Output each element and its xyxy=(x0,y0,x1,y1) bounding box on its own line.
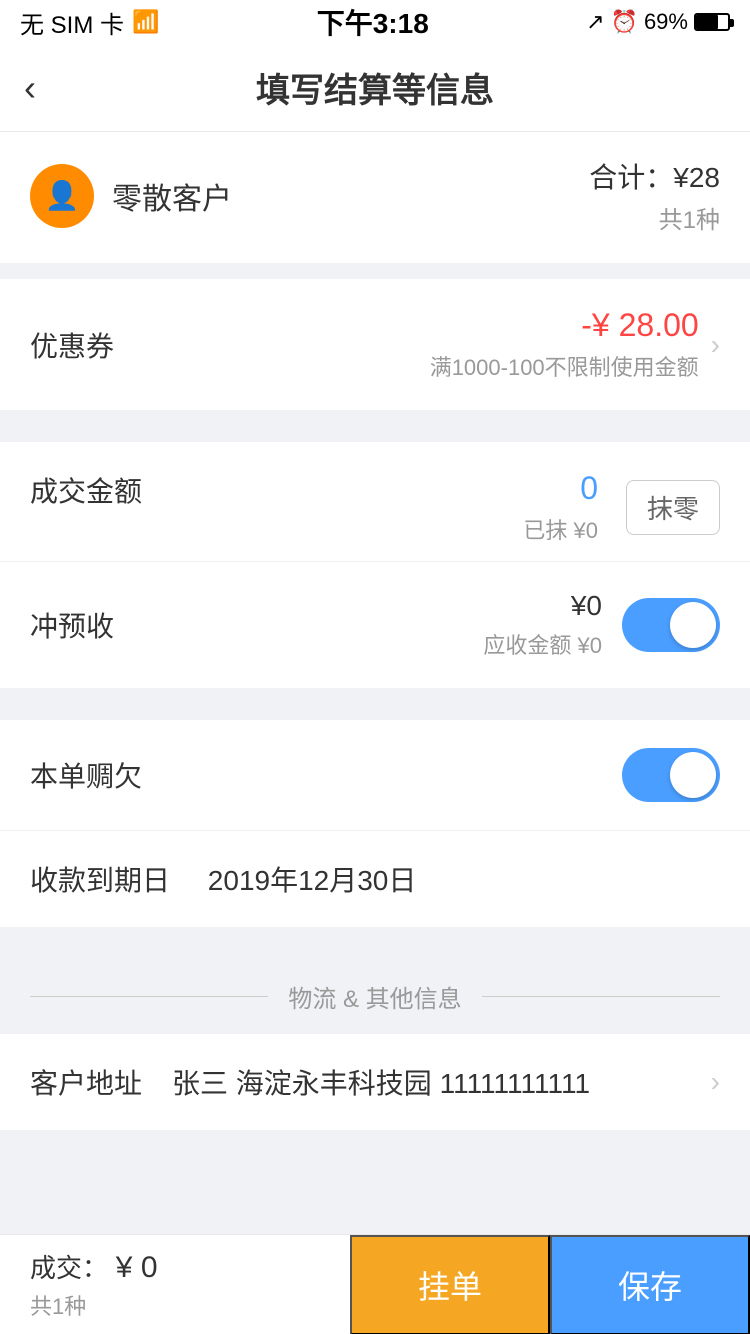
divider1 xyxy=(0,263,750,279)
transaction-right: 0 已抹 ¥0 抹零 xyxy=(523,470,720,545)
coupon-label: 优惠券 xyxy=(30,325,114,365)
address-chevron: › xyxy=(711,1066,720,1098)
debt-toggle-thumb xyxy=(670,752,716,798)
coupon-sub: 满1000-100不限制使用金额 xyxy=(430,350,699,382)
coupon-section: 优惠券 -¥ 28.00 满1000-100不限制使用金额 › xyxy=(0,279,750,410)
coupon-right: -¥ 28.00 满1000-100不限制使用金额 › xyxy=(430,307,720,382)
due-label: 收款到期日 xyxy=(30,865,170,896)
customer-left: 👤 零散客户 xyxy=(30,164,232,228)
prepay-receivable: 应收金额 ¥0 xyxy=(483,628,602,660)
avatar: 👤 xyxy=(30,164,94,228)
address-label: 客户地址 xyxy=(30,1062,142,1102)
round-button[interactable]: 抹零 xyxy=(626,480,720,535)
debt-section: 本单赒欠 收款到期日 2019年12月30日 xyxy=(0,720,750,927)
prepay-amount: ¥0 xyxy=(483,590,602,622)
erased-label: 已抹 ¥0 xyxy=(523,513,598,545)
page-title: 填写结算等信息 xyxy=(256,63,494,112)
bottom-info: 成交： ¥ 0 共1种 xyxy=(0,1248,350,1321)
prepay-amounts: ¥0 应收金额 ¥0 xyxy=(483,590,602,660)
bottom-count: 共1种 xyxy=(30,1289,320,1321)
logistics-sep: 物流 & 其他信息 xyxy=(0,959,750,1034)
divider3 xyxy=(0,704,750,720)
hold-button[interactable]: 挂单 xyxy=(350,1235,550,1334)
divider4 xyxy=(0,943,750,959)
wifi-icon: 📶 xyxy=(132,9,159,35)
transaction-section: 成交金额 0 已抹 ¥0 抹零 冲预收 ¥0 应收金额 ¥0 xyxy=(0,442,750,688)
battery-icon xyxy=(694,13,730,31)
transaction-row: 成交金额 0 已抹 ¥0 抹零 xyxy=(0,442,750,562)
transaction-value[interactable]: 0 xyxy=(523,470,598,507)
coupon-value-area: -¥ 28.00 满1000-100不限制使用金额 xyxy=(430,307,699,382)
back-button[interactable]: ‹ xyxy=(24,67,36,109)
coupon-chevron: › xyxy=(711,329,720,361)
sep-line-left xyxy=(30,996,268,997)
prepay-label: 冲预收 xyxy=(30,605,114,645)
coupon-discount: -¥ 28.00 xyxy=(430,307,699,344)
due-date-row[interactable]: 收款到期日 2019年12月30日 xyxy=(0,830,750,927)
bottom-deal-label: 成交： xyxy=(30,1253,108,1283)
divider2 xyxy=(0,426,750,442)
customer-row: 👤 零散客户 合计：¥28 共1种 xyxy=(0,132,750,259)
address-value: 张三 海淀永丰科技园 11111111111 xyxy=(172,1062,711,1102)
status-bar: 无 SIM 卡 📶 下午3:18 ↗ ⏰ 69% xyxy=(0,0,750,44)
address-row[interactable]: 客户地址 张三 海淀永丰科技园 11111111111 › xyxy=(0,1034,750,1130)
bottom-deal-amount: ¥ 0 xyxy=(116,1251,158,1284)
prepay-toggle[interactable] xyxy=(622,598,720,652)
battery-percent: 69% xyxy=(644,9,688,35)
due-date-value: 2019年12月30日 xyxy=(208,865,417,896)
nav-bar: ‹ 填写结算等信息 xyxy=(0,44,750,132)
logistics-text: 物流 & 其他信息 xyxy=(288,979,461,1014)
status-time: 下午3:18 xyxy=(317,2,429,42)
total-amount: 合计：¥28 xyxy=(589,156,720,196)
status-right: ↗ ⏰ 69% xyxy=(586,9,730,35)
debt-row: 本单赒欠 xyxy=(0,720,750,830)
customer-right: 合计：¥28 共1种 xyxy=(589,156,720,235)
avatar-icon: 👤 xyxy=(45,179,80,212)
status-left: 无 SIM 卡 📶 xyxy=(20,5,159,40)
bottom-deal-row: 成交： ¥ 0 xyxy=(30,1248,320,1285)
content: 👤 零散客户 合计：¥28 共1种 优惠券 -¥ 28.00 满1000-100… xyxy=(0,132,750,1266)
address-section: 客户地址 张三 海淀永丰科技园 11111111111 › xyxy=(0,1034,750,1130)
prepay-right: ¥0 应收金额 ¥0 xyxy=(483,590,720,660)
save-button[interactable]: 保存 xyxy=(550,1235,750,1334)
amount-input-area: 0 已抹 ¥0 xyxy=(523,470,598,545)
transaction-label: 成交金额 xyxy=(30,470,142,510)
location-icon: ↗ xyxy=(586,9,604,35)
alarm-icon: ⏰ xyxy=(611,9,638,35)
no-sim-text: 无 SIM 卡 xyxy=(20,5,124,40)
coupon-row[interactable]: 优惠券 -¥ 28.00 满1000-100不限制使用金额 › xyxy=(0,279,750,410)
toggle-thumb xyxy=(670,602,716,648)
sep-line-right xyxy=(482,996,720,997)
debt-toggle[interactable] xyxy=(622,748,720,802)
total-count: 共1种 xyxy=(589,200,720,235)
bottom-bar: 成交： ¥ 0 共1种 挂单 保存 xyxy=(0,1234,750,1334)
debt-label: 本单赒欠 xyxy=(30,755,142,795)
prepay-row: 冲预收 ¥0 应收金额 ¥0 xyxy=(0,562,750,688)
customer-name: 零散客户 xyxy=(112,174,232,218)
